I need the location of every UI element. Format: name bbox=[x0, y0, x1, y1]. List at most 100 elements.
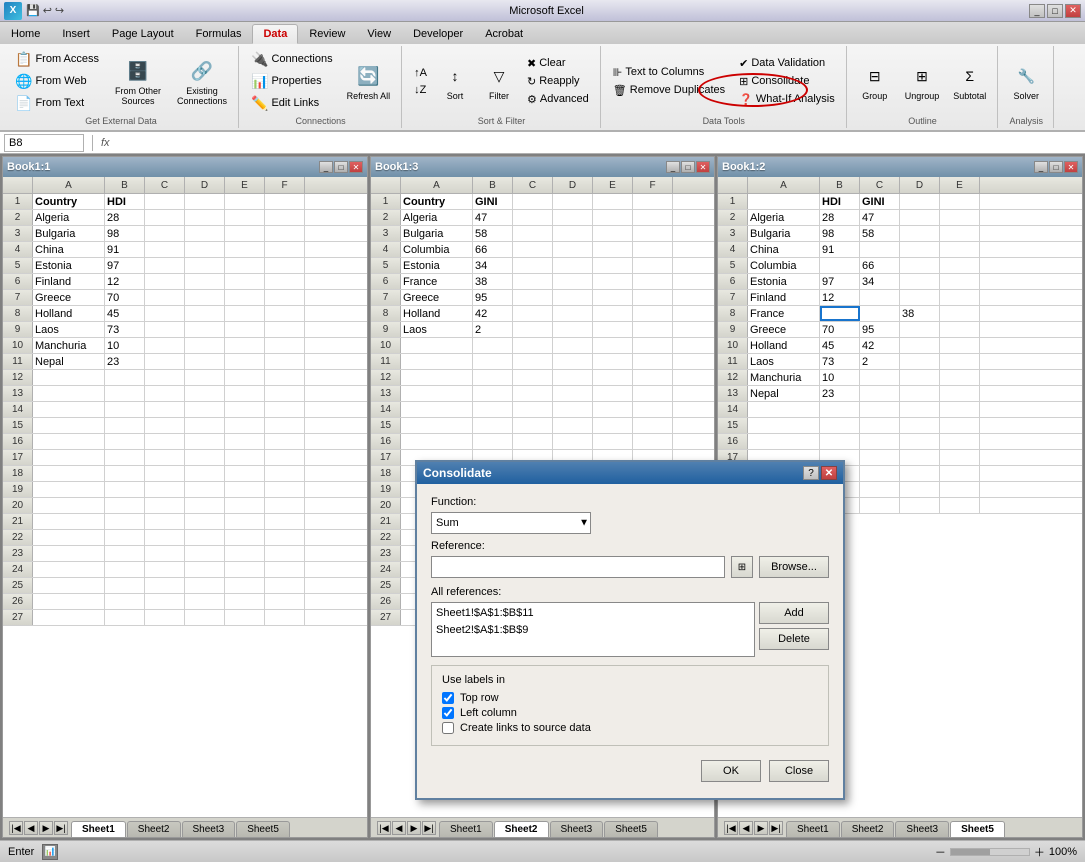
grid-cell[interactable]: GINI bbox=[473, 194, 513, 209]
sheet-2-tab-sheet5[interactable]: Sheet5 bbox=[950, 821, 1005, 837]
grid-cell[interactable] bbox=[33, 370, 105, 385]
grid-cell[interactable] bbox=[593, 226, 633, 241]
grid-cell[interactable] bbox=[265, 226, 305, 241]
row-header[interactable]: 22 bbox=[371, 530, 401, 545]
top-row-checkbox[interactable] bbox=[442, 692, 454, 704]
grid-cell[interactable] bbox=[748, 194, 820, 209]
grid-cell[interactable] bbox=[593, 386, 633, 401]
from-text-button[interactable]: 📄 From Text bbox=[10, 93, 104, 114]
grid-cell[interactable]: 38 bbox=[900, 306, 940, 321]
grid-cell[interactable]: Holland bbox=[401, 306, 473, 321]
ungroup-button[interactable]: ⊞ Ungroup bbox=[900, 57, 945, 105]
grid-cell[interactable] bbox=[513, 434, 553, 449]
grid-cell[interactable] bbox=[940, 242, 980, 257]
grid-cell[interactable]: Bulgaria bbox=[401, 226, 473, 241]
grid-cell[interactable]: Laos bbox=[748, 354, 820, 369]
grid-cell[interactable] bbox=[225, 530, 265, 545]
close-button[interactable]: Close bbox=[769, 760, 829, 782]
grid-cell[interactable] bbox=[185, 226, 225, 241]
row-header[interactable]: 11 bbox=[718, 354, 748, 369]
grid-cell[interactable] bbox=[940, 290, 980, 305]
grid-cell[interactable]: 12 bbox=[105, 274, 145, 289]
grid-cell[interactable] bbox=[593, 306, 633, 321]
grid-cell[interactable] bbox=[145, 258, 185, 273]
grid-cell[interactable]: Finland bbox=[748, 290, 820, 305]
grid-cell[interactable] bbox=[265, 466, 305, 481]
grid-cell[interactable] bbox=[265, 546, 305, 561]
grid-cell[interactable] bbox=[748, 434, 820, 449]
grid-cell[interactable]: China bbox=[748, 242, 820, 257]
col-2-B[interactable]: B bbox=[820, 177, 860, 193]
grid-cell[interactable] bbox=[900, 354, 940, 369]
consolidate-button[interactable]: ⊞ Consolidate bbox=[734, 73, 840, 90]
row-header[interactable]: 13 bbox=[3, 386, 33, 401]
grid-cell[interactable] bbox=[185, 354, 225, 369]
sheet-3-nav-prev[interactable]: ◀ bbox=[392, 821, 406, 835]
remove-duplicates-button[interactable]: 🗑 Remove Duplicates bbox=[608, 82, 730, 99]
grid-cell[interactable] bbox=[145, 450, 185, 465]
sort-button[interactable]: ↕ Sort bbox=[434, 57, 476, 105]
grid-cell[interactable] bbox=[265, 434, 305, 449]
grid-cell[interactable] bbox=[860, 306, 900, 321]
grid-cell[interactable] bbox=[900, 242, 940, 257]
grid-cell[interactable] bbox=[145, 306, 185, 321]
grid-cell[interactable] bbox=[940, 226, 980, 241]
grid-cell[interactable] bbox=[105, 418, 145, 433]
grid-cell[interactable]: 2 bbox=[860, 354, 900, 369]
grid-cell[interactable] bbox=[185, 450, 225, 465]
row-header[interactable]: 1 bbox=[371, 194, 401, 209]
grid-cell[interactable]: 47 bbox=[860, 210, 900, 225]
grid-cell[interactable] bbox=[940, 498, 980, 513]
grid-cell[interactable] bbox=[225, 402, 265, 417]
row-header[interactable]: 10 bbox=[371, 338, 401, 353]
grid-cell[interactable] bbox=[860, 370, 900, 385]
grid-cell[interactable]: GINI bbox=[860, 194, 900, 209]
grid-cell[interactable] bbox=[145, 610, 185, 625]
tab-review[interactable]: Review bbox=[298, 24, 356, 44]
grid-cell[interactable] bbox=[33, 402, 105, 417]
grid-cell[interactable] bbox=[900, 482, 940, 497]
grid-cell[interactable] bbox=[145, 434, 185, 449]
grid-cell[interactable]: Estonia bbox=[33, 258, 105, 273]
grid-cell[interactable]: Algeria bbox=[401, 210, 473, 225]
col-F[interactable]: F bbox=[265, 177, 305, 193]
grid-cell[interactable] bbox=[185, 594, 225, 609]
col-3-C[interactable]: C bbox=[513, 177, 553, 193]
grid-cell[interactable] bbox=[145, 274, 185, 289]
row-header[interactable]: 4 bbox=[371, 242, 401, 257]
grid-cell[interactable]: 91 bbox=[820, 242, 860, 257]
grid-cell[interactable]: 98 bbox=[105, 226, 145, 241]
filter-button[interactable]: ▽ Filter bbox=[478, 57, 520, 105]
tab-insert[interactable]: Insert bbox=[51, 24, 101, 44]
grid-cell[interactable] bbox=[748, 418, 820, 433]
grid-cell[interactable] bbox=[145, 594, 185, 609]
zoom-in-button[interactable]: ＋ bbox=[1034, 844, 1045, 860]
grid-cell[interactable] bbox=[900, 290, 940, 305]
advanced-button[interactable]: ⚙ Advanced bbox=[522, 91, 594, 108]
grid-cell[interactable] bbox=[225, 578, 265, 593]
grid-cell[interactable] bbox=[553, 418, 593, 433]
book1-3-minimize[interactable]: _ bbox=[666, 161, 680, 173]
grid-cell[interactable] bbox=[553, 370, 593, 385]
row-header[interactable]: 15 bbox=[3, 418, 33, 433]
row-header[interactable]: 23 bbox=[3, 546, 33, 561]
grid-cell[interactable]: 73 bbox=[105, 322, 145, 337]
grid-cell[interactable]: 2 bbox=[473, 322, 513, 337]
col-3-B[interactable]: B bbox=[473, 177, 513, 193]
grid-cell[interactable] bbox=[633, 434, 673, 449]
row-header[interactable]: 15 bbox=[718, 418, 748, 433]
grid-cell[interactable] bbox=[593, 242, 633, 257]
sheet-2-tab-sheet2[interactable]: Sheet2 bbox=[841, 821, 895, 837]
sheet-3-tab-sheet3[interactable]: Sheet3 bbox=[550, 821, 604, 837]
grid-cell[interactable] bbox=[185, 322, 225, 337]
row-header[interactable]: 24 bbox=[3, 562, 33, 577]
grid-cell[interactable] bbox=[513, 290, 553, 305]
grid-cell[interactable] bbox=[553, 274, 593, 289]
grid-cell[interactable] bbox=[401, 354, 473, 369]
grid-cell[interactable]: 23 bbox=[820, 386, 860, 401]
from-access-button[interactable]: 📋 From Access bbox=[10, 49, 104, 70]
name-box[interactable] bbox=[4, 134, 84, 152]
grid-cell[interactable] bbox=[265, 386, 305, 401]
grid-cell[interactable] bbox=[33, 546, 105, 561]
row-header[interactable]: 27 bbox=[371, 610, 401, 625]
